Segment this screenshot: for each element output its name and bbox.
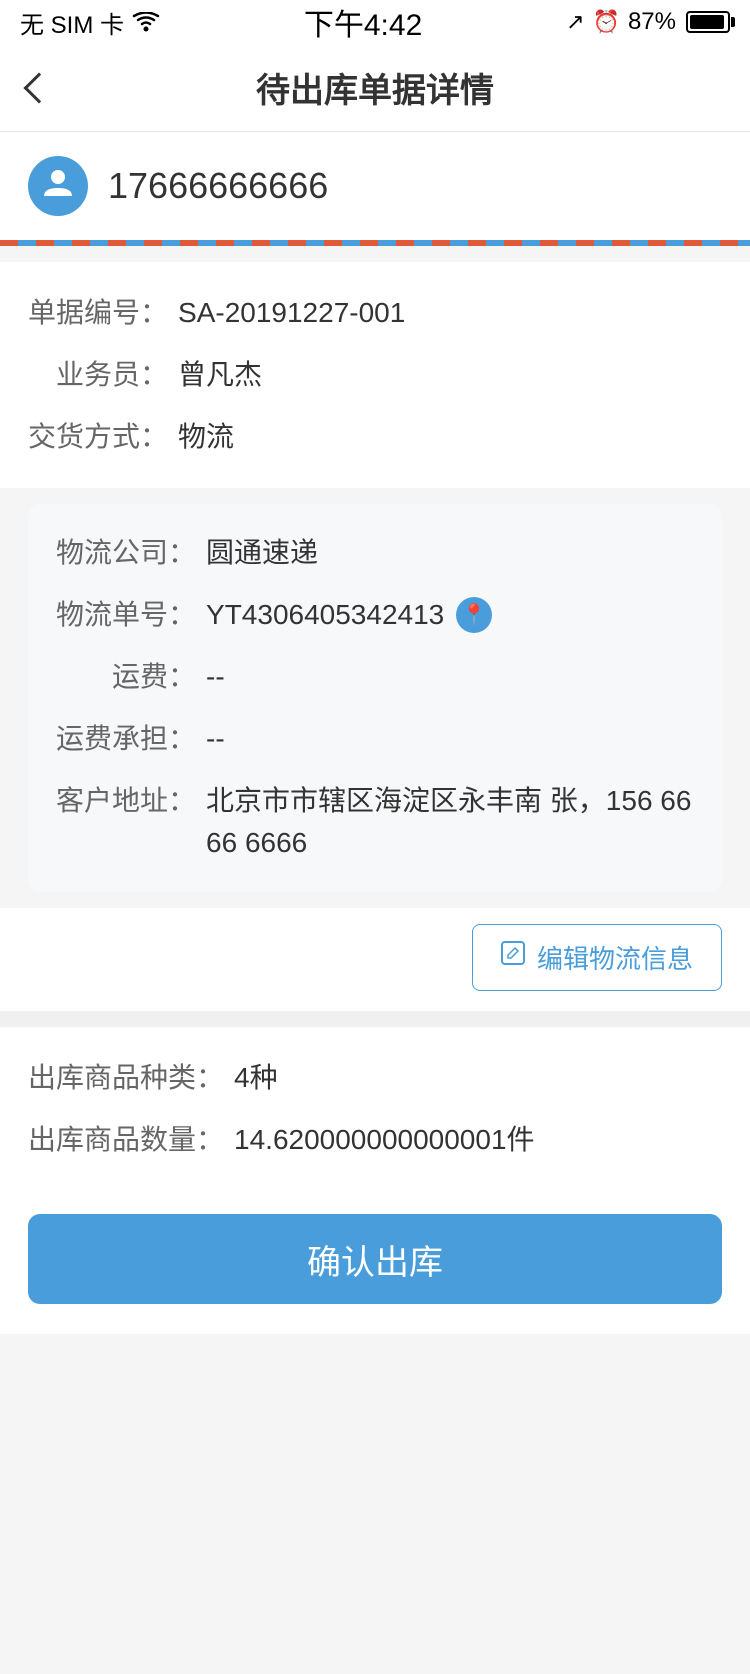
freight-bearer-row: 运费承担： -- <box>56 718 694 760</box>
back-arrow-icon <box>23 72 54 103</box>
sales-rep-label: 业务员： <box>28 354 168 396</box>
order-number-label: 单据编号： <box>28 292 168 334</box>
alarm-icon: ⏰ <box>593 9 620 35</box>
tracking-location-button[interactable]: 📍 <box>456 597 492 633</box>
delivery-method-label: 交货方式： <box>28 416 168 458</box>
goods-type-row: 出库商品种类： 4种 <box>28 1057 722 1099</box>
tracking-number-row: 物流单号： YT4306405342413 📍 <box>56 594 694 636</box>
confirm-outbound-button[interactable]: 确认出库 <box>28 1214 722 1304</box>
sales-rep-row: 业务员： 曾凡杰 <box>28 354 722 396</box>
delivery-method-value: 物流 <box>178 416 722 458</box>
logistics-company-value: 圆通速递 <box>206 532 694 574</box>
address-row: 客户地址： 北京市市辖区海淀区永丰南 张，156 6666 6666 <box>56 780 694 864</box>
logistics-company-label: 物流公司： <box>56 532 196 574</box>
tracking-label: 物流单号： <box>56 594 196 636</box>
goods-quantity-label: 出库商品数量： <box>28 1119 224 1161</box>
confirm-btn-label: 确认出库 <box>307 1235 443 1284</box>
freight-value: -- <box>206 656 694 698</box>
freight-label: 运费： <box>56 656 196 698</box>
confirm-btn-container: 确认出库 <box>0 1194 750 1334</box>
goods-quantity-value: 14.620000000000001件 <box>234 1119 722 1161</box>
order-number-value: SA-20191227-001 <box>178 292 722 334</box>
goods-quantity-row: 出库商品数量： 14.620000000000001件 <box>28 1119 722 1161</box>
delivery-method-row: 交货方式： 物流 <box>28 416 722 458</box>
address-value: 北京市市辖区海淀区永丰南 张，156 6666 6666 <box>206 780 694 864</box>
main-content: 17666666666 单据编号： SA-20191227-001 业务员： 曾… <box>0 132 750 1674</box>
tracking-number-text: YT4306405342413 <box>206 594 444 636</box>
battery-icon <box>686 11 730 33</box>
address-label: 客户地址： <box>56 780 196 822</box>
customer-phone: 17666666666 <box>108 165 328 207</box>
order-number-row: 单据编号： SA-20191227-001 <box>28 292 722 334</box>
person-icon <box>40 164 76 209</box>
edit-btn-label: 编辑物流信息 <box>537 939 693 976</box>
map-pin-icon: 📍 <box>462 600 487 630</box>
dashed-divider <box>0 240 750 246</box>
goods-type-value: 4种 <box>234 1057 722 1099</box>
status-bar-time: 下午4:42 <box>304 0 422 44</box>
logistics-section: 物流公司： 圆通速递 物流单号： YT4306405342413 📍 运费： -… <box>28 504 722 892</box>
order-info-section: 单据编号： SA-20191227-001 业务员： 曾凡杰 交货方式： 物流 <box>0 262 750 488</box>
sales-rep-value: 曾凡杰 <box>178 354 722 396</box>
goods-type-label: 出库商品种类： <box>28 1057 224 1099</box>
edit-icon <box>501 941 527 974</box>
gray-separator <box>0 1011 750 1027</box>
wifi-icon <box>132 12 160 32</box>
tracking-value: YT4306405342413 📍 <box>206 594 694 636</box>
goods-section: 出库商品种类： 4种 出库商品数量： 14.620000000000001件 <box>0 1027 750 1191</box>
location-icon: ↗ <box>566 9 584 35</box>
status-bar: 无 SIM 卡 下午4:42 ↗ ⏰ 87% <box>0 0 750 44</box>
battery-percent: 87% <box>628 8 676 36</box>
edit-btn-container: 编辑物流信息 <box>0 908 750 1011</box>
edit-logistics-button[interactable]: 编辑物流信息 <box>472 924 722 991</box>
logistics-company-row: 物流公司： 圆通速递 <box>56 532 694 574</box>
carrier-text: 无 SIM 卡 <box>20 5 124 40</box>
freight-bearer-value: -- <box>206 718 694 760</box>
customer-header: 17666666666 <box>0 132 750 240</box>
page-title: 待出库单据详情 <box>256 63 494 112</box>
freight-row: 运费： -- <box>56 656 694 698</box>
back-button[interactable] <box>28 77 50 99</box>
customer-avatar <box>28 156 88 216</box>
nav-bar: 待出库单据详情 <box>0 44 750 132</box>
status-bar-right: ↗ ⏰ 87% <box>566 8 730 36</box>
freight-bearer-label: 运费承担： <box>56 718 196 760</box>
status-bar-left: 无 SIM 卡 <box>20 5 160 40</box>
